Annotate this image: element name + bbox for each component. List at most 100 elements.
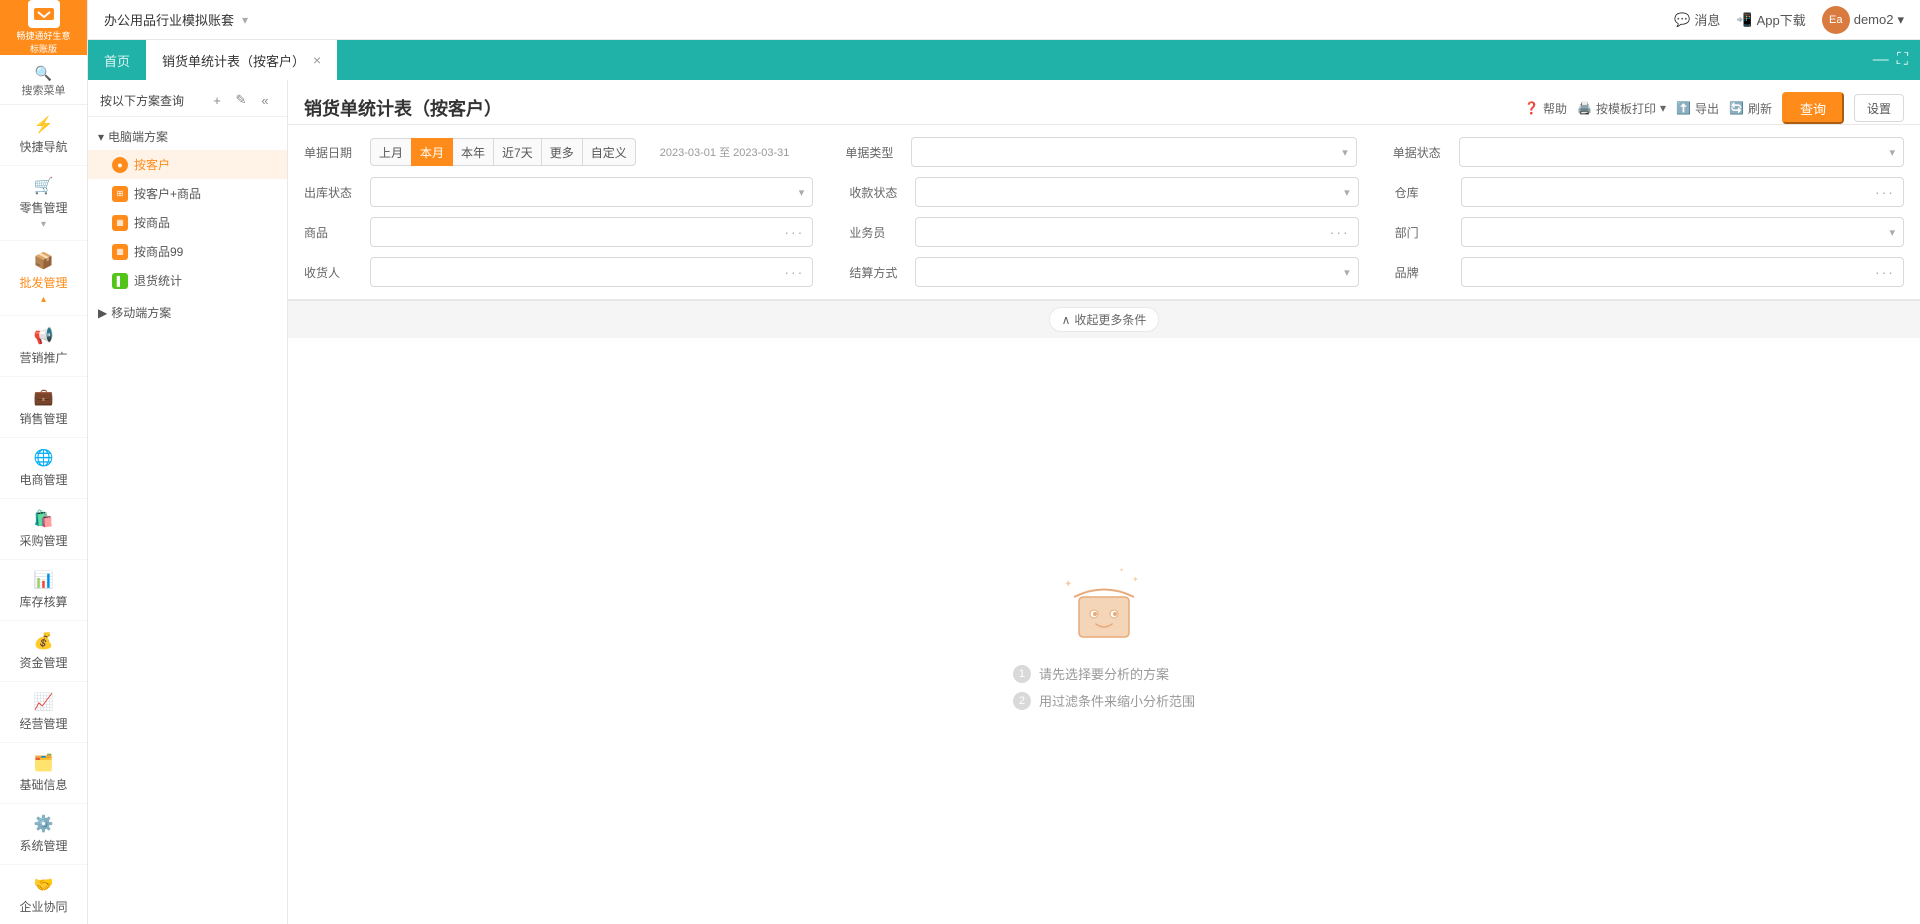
date-range-display: 2023-03-01 至 2023-03-31 xyxy=(660,144,790,160)
user-dropdown-icon: ▾ xyxy=(1897,12,1904,28)
sidebar-item-system[interactable]: ⚙️ 系统管理 xyxy=(0,804,87,865)
order-type-select[interactable]: ▾ xyxy=(911,137,1356,167)
sidebar-item-quicknav[interactable]: ⚡ 快捷导航 xyxy=(0,105,87,166)
sidebar-item-finance[interactable]: 💰 资金管理 xyxy=(0,621,87,682)
quicknav-icon: ⚡ xyxy=(34,115,54,135)
scheme-by-customer[interactable]: ● 按客户 xyxy=(88,150,287,179)
sidebar-item-ecommerce[interactable]: 🌐 电商管理 xyxy=(0,438,87,499)
print-label: 按模板打印 xyxy=(1596,100,1656,117)
user-profile[interactable]: Ea demo2 ▾ xyxy=(1822,6,1904,34)
tip-num-1: 1 xyxy=(1013,665,1031,683)
order-status-select[interactable]: ▾ xyxy=(1459,137,1904,167)
desktop-group-arrow: ▾ xyxy=(98,130,104,144)
payment-label: 收款状态 xyxy=(849,184,899,201)
date-btn-last7[interactable]: 近7天 xyxy=(493,138,542,166)
print-template-button[interactable]: 🖨️ 按模板打印 ▾ xyxy=(1577,100,1666,117)
scheme-by-customer-goods[interactable]: ⊞ 按客户+商品 xyxy=(88,179,287,208)
scheme-by-goods99[interactable]: ▦ 按商品99 xyxy=(88,237,287,266)
purchase-label: 采购管理 xyxy=(19,532,67,549)
topbar-dropdown-icon[interactable]: ▾ xyxy=(242,13,248,27)
collapse-icon: ∧ xyxy=(1062,313,1071,327)
receiver-select[interactable]: ··· xyxy=(370,257,813,287)
basic-label: 基础信息 xyxy=(19,776,67,793)
date-btn-more[interactable]: 更多 xyxy=(541,138,583,166)
message-button[interactable]: 💬 消息 xyxy=(1674,10,1720,29)
settings-button[interactable]: 设置 xyxy=(1854,94,1904,122)
delivery-label: 出库状态 xyxy=(304,184,354,201)
warehouse-label: 仓库 xyxy=(1395,184,1445,201)
marketing-icon: 📢 xyxy=(34,326,54,346)
help-button[interactable]: ❓ 帮助 xyxy=(1524,100,1567,117)
payment-select[interactable]: ▾ xyxy=(915,177,1358,207)
tabbar: 首页 销货单统计表（按客户） × — ⛶ xyxy=(88,40,1920,80)
sidebar-item-wholesale[interactable]: 📦 批发管理 ▴ xyxy=(0,241,87,316)
operation-icon: 📈 xyxy=(34,692,54,712)
sidebar-item-purchase[interactable]: 🛍️ 采购管理 xyxy=(0,499,87,560)
date-btn-this-year[interactable]: 本年 xyxy=(452,138,494,166)
delivery-select[interactable]: ▾ xyxy=(370,177,813,207)
filter-area: 单据日期 上月 本月 本年 近7天 更多 自定义 2023-03-01 至 20… xyxy=(288,125,1920,300)
settle-label: 结算方式 xyxy=(849,264,899,281)
desktop-scheme-group[interactable]: ▾ 电脑端方案 xyxy=(88,123,287,150)
quicknav-label: 快捷导航 xyxy=(19,138,67,155)
date-filter: 上月 本月 本年 近7天 更多 自定义 xyxy=(370,138,636,166)
sales-label: 销售管理 xyxy=(19,410,67,427)
sidebar-item-inventory[interactable]: 📊 库存核算 xyxy=(0,560,87,621)
tab-home[interactable]: 首页 xyxy=(88,40,146,80)
desktop-group-label: 电脑端方案 xyxy=(108,128,168,145)
edit-scheme-button[interactable]: ✎ xyxy=(231,90,251,110)
query-button[interactable]: 查询 xyxy=(1782,92,1844,124)
date-btn-last-month[interactable]: 上月 xyxy=(370,138,412,166)
tip-text-2: 用过滤条件来缩小分析范围 xyxy=(1039,691,1195,710)
tab-sales-stat[interactable]: 销货单统计表（按客户） × xyxy=(146,40,337,80)
system-icon: ⚙️ xyxy=(34,814,54,834)
salesman-select[interactable]: ··· xyxy=(915,217,1358,247)
warehouse-select[interactable]: ··· xyxy=(1461,177,1904,207)
collapse-conditions-button[interactable]: ∧ 收起更多条件 xyxy=(1049,307,1160,332)
sidebar-item-marketing[interactable]: 📢 营销推广 xyxy=(0,316,87,377)
app-name: 畅捷通好生意 xyxy=(16,31,70,42)
sidebar-item-basic[interactable]: 🗂️ 基础信息 xyxy=(0,743,87,804)
mobile-group-arrow: ▶ xyxy=(98,306,107,320)
tab-minimize-icon[interactable]: — xyxy=(1873,51,1889,69)
refresh-button[interactable]: 🔄 刷新 xyxy=(1729,100,1772,117)
brand-select[interactable]: ··· xyxy=(1461,257,1904,287)
retail-icon: 🛒 xyxy=(34,176,54,196)
salesman-label: 业务员 xyxy=(849,224,899,241)
mobile-scheme-group[interactable]: ▶ 移动端方案 xyxy=(88,299,287,326)
svg-text:✦: ✦ xyxy=(1064,579,1072,590)
goods-select[interactable]: ··· xyxy=(370,217,813,247)
sidebar-item-sales[interactable]: 💼 销售管理 xyxy=(0,377,87,438)
scheme-icon-goods99: ▦ xyxy=(112,244,128,260)
help-label: 帮助 xyxy=(1543,100,1567,117)
export-button[interactable]: ⬆️ 导出 xyxy=(1676,100,1719,117)
svg-text:✦: ✦ xyxy=(1132,575,1139,584)
ecommerce-icon: 🌐 xyxy=(34,448,54,468)
retail-arrow: ▾ xyxy=(41,219,46,230)
sidebar-item-operation[interactable]: 📈 经营管理 xyxy=(0,682,87,743)
sidebar-item-retail[interactable]: 🛒 零售管理 ▾ xyxy=(0,166,87,241)
date-btn-this-month[interactable]: 本月 xyxy=(411,138,453,166)
settle-select[interactable]: ▾ xyxy=(915,257,1358,287)
app-download-button[interactable]: 📲 App下载 xyxy=(1736,10,1805,29)
search-menu[interactable]: 🔍 搜索菜单 xyxy=(0,55,87,105)
delivery-arrow: ▾ xyxy=(799,186,805,199)
date-btn-custom[interactable]: 自定义 xyxy=(582,138,636,166)
goods-label: 商品 xyxy=(304,224,354,241)
sidebar-item-enterprise[interactable]: 🤝 企业协同 xyxy=(0,865,87,924)
sales-icon: 💼 xyxy=(34,387,54,407)
export-label: 导出 xyxy=(1695,100,1719,117)
filter-row-2: 出库状态 ▾ 收款状态 ▾ 仓库 ··· xyxy=(304,177,1904,207)
tab-maximize-icon[interactable]: ⛶ xyxy=(1897,51,1908,69)
payment-arrow: ▾ xyxy=(1344,186,1350,199)
inventory-icon: 📊 xyxy=(34,570,54,590)
scheme-return-stat[interactable]: ▌ 退货统计 xyxy=(88,266,287,295)
purchase-icon: 🛍️ xyxy=(34,509,54,529)
tab-close-icon[interactable]: × xyxy=(313,52,321,68)
add-scheme-button[interactable]: + xyxy=(207,90,227,110)
dept-select[interactable]: ▾ xyxy=(1461,217,1904,247)
collapse-panel-button[interactable]: « xyxy=(255,90,275,110)
scheme-tree: ▾ 电脑端方案 ● 按客户 ⊞ 按客户+商品 ▦ 按商品 ▦ 按商品 xyxy=(88,117,287,332)
scheme-by-goods[interactable]: ▦ 按商品 xyxy=(88,208,287,237)
topbar: 办公用品行业模拟账套 ▾ 💬 消息 📲 App下载 Ea demo2 ▾ xyxy=(88,0,1920,40)
